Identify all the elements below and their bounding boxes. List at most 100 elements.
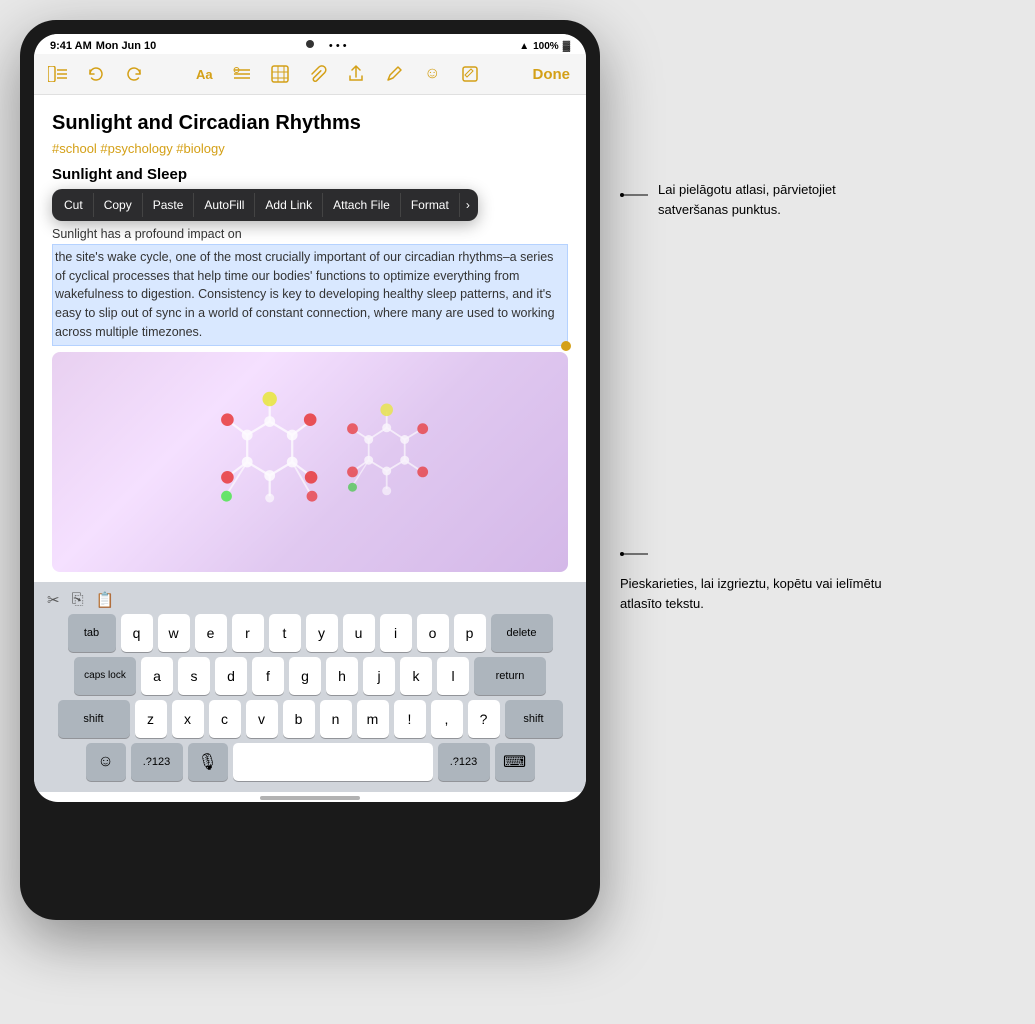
annotation-right-line xyxy=(620,180,650,210)
text-area: Sunlight has a profound impact on the si… xyxy=(52,225,568,346)
emoji-key[interactable]: ☺ xyxy=(86,743,126,781)
done-button[interactable]: Done xyxy=(527,64,577,85)
tab-key[interactable]: tab xyxy=(68,614,116,652)
checklist-icon[interactable] xyxy=(228,60,256,88)
redo-icon[interactable] xyxy=(120,60,148,88)
delete-key[interactable]: delete xyxy=(491,614,553,652)
home-indicator xyxy=(260,796,360,800)
keyboard-row-4: ☺ .?123 🎙 .?123 ⌨ xyxy=(36,743,584,781)
ipad-device: 9:41 AM Mon Jun 10 • • • ▲ 100% ▓ xyxy=(20,20,600,920)
context-menu: Cut Copy Paste AutoFill Add Link Attach … xyxy=(52,189,478,221)
key-m[interactable]: m xyxy=(357,700,389,738)
key-exclaim[interactable]: ! xyxy=(394,700,426,738)
context-format[interactable]: Format xyxy=(401,193,460,217)
share-icon[interactable] xyxy=(342,60,370,88)
markup-icon[interactable] xyxy=(380,60,408,88)
key-e[interactable]: e xyxy=(195,614,227,652)
context-add-link[interactable]: Add Link xyxy=(255,193,323,217)
key-r[interactable]: r xyxy=(232,614,264,652)
context-autofill[interactable]: AutoFill xyxy=(194,193,255,217)
table-icon[interactable] xyxy=(266,60,294,88)
return-key[interactable]: return xyxy=(474,657,546,695)
context-paste[interactable]: Paste xyxy=(143,193,195,217)
status-bar-left: 9:41 AM Mon Jun 10 xyxy=(50,40,156,52)
numbers-right-key[interactable]: .?123 xyxy=(438,743,490,781)
status-time: 9:41 AM xyxy=(50,40,92,52)
key-s[interactable]: s xyxy=(178,657,210,695)
status-bar-center: • • • xyxy=(329,40,347,52)
key-i[interactable]: i xyxy=(380,614,412,652)
key-t[interactable]: t xyxy=(269,614,301,652)
key-w[interactable]: w xyxy=(158,614,190,652)
shift-right-key[interactable]: shift xyxy=(505,700,563,738)
keyboard-area: ✂ ⎘ 📋 tab q w e r t y u i o p d xyxy=(34,582,586,792)
annotation-right-block: Lai pielāgotu atlasi, pārvietojiet satve… xyxy=(620,180,1015,219)
annotation-bottom-line xyxy=(620,539,650,569)
toolbar-left xyxy=(44,60,148,88)
camera-notch xyxy=(306,40,314,48)
ipad-screen: 9:41 AM Mon Jun 10 • • • ▲ 100% ▓ xyxy=(34,34,586,802)
cut-shortcut-icon[interactable]: ✂ xyxy=(44,589,63,611)
key-c[interactable]: c xyxy=(209,700,241,738)
key-a[interactable]: a xyxy=(141,657,173,695)
selection-handle-end[interactable] xyxy=(561,341,571,351)
key-b[interactable]: b xyxy=(283,700,315,738)
key-u[interactable]: u xyxy=(343,614,375,652)
annotation-bottom-block: Pieskarieties, lai izgrieztu, kopētu vai… xyxy=(620,539,1015,613)
selected-text: the site's wake cycle, one of the most c… xyxy=(55,250,555,339)
caps-lock-key[interactable]: caps lock xyxy=(74,657,136,695)
undo-icon[interactable] xyxy=(82,60,110,88)
key-q[interactable]: q xyxy=(121,614,153,652)
battery-icon: ▓ xyxy=(563,41,570,52)
key-f[interactable]: f xyxy=(252,657,284,695)
attach-icon[interactable] xyxy=(304,60,332,88)
pre-selected-text: Sunlight has a profound impact on xyxy=(52,227,242,241)
numbers-left-key[interactable]: .?123 xyxy=(131,743,183,781)
copy-shortcut-icon[interactable]: ⎘ xyxy=(69,589,87,610)
toolbar-center: Aa xyxy=(190,60,484,88)
molecule-image xyxy=(52,352,568,572)
status-bar-right: ▲ 100% ▓ xyxy=(519,41,570,52)
wifi-icon: ▲ xyxy=(519,41,529,52)
note-subtitle: Sunlight and Sleep xyxy=(52,166,568,183)
battery-text: 100% xyxy=(533,41,559,52)
key-d[interactable]: d xyxy=(215,657,247,695)
context-cut[interactable]: Cut xyxy=(54,193,94,217)
key-l[interactable]: l xyxy=(437,657,469,695)
keyboard-shortcuts: ✂ ⎘ 📋 xyxy=(36,586,584,614)
keyboard-row-3: shift z x c v b n m ! , ? shift xyxy=(36,700,584,738)
key-comma[interactable]: , xyxy=(431,700,463,738)
key-v[interactable]: v xyxy=(246,700,278,738)
key-z[interactable]: z xyxy=(135,700,167,738)
key-k[interactable]: k xyxy=(400,657,432,695)
key-o[interactable]: o xyxy=(417,614,449,652)
key-x[interactable]: x xyxy=(172,700,204,738)
key-y[interactable]: y xyxy=(306,614,338,652)
page-container: 9:41 AM Mon Jun 10 • • • ▲ 100% ▓ xyxy=(20,20,1015,920)
paste-shortcut-icon[interactable]: 📋 xyxy=(93,589,118,611)
context-menu-more[interactable]: › xyxy=(460,193,476,217)
key-p[interactable]: p xyxy=(454,614,486,652)
mic-key[interactable]: 🎙 xyxy=(188,743,228,781)
note-title: Sunlight and Circadian Rhythms xyxy=(52,111,568,135)
key-question[interactable]: ? xyxy=(468,700,500,738)
toolbar-right: Done xyxy=(527,64,577,85)
compose-icon[interactable] xyxy=(456,60,484,88)
selected-text-block[interactable]: the site's wake cycle, one of the most c… xyxy=(52,244,568,346)
status-date: Mon Jun 10 xyxy=(96,40,157,52)
shift-left-key[interactable]: shift xyxy=(58,700,130,738)
context-copy[interactable]: Copy xyxy=(94,193,143,217)
context-attach-file[interactable]: Attach File xyxy=(323,193,401,217)
key-n[interactable]: n xyxy=(320,700,352,738)
keyboard-hide-key[interactable]: ⌨ xyxy=(495,743,535,781)
status-dots: • • • xyxy=(329,40,347,52)
space-key[interactable] xyxy=(233,743,433,781)
emoji-icon[interactable]: ☺ xyxy=(418,60,446,88)
key-h[interactable]: h xyxy=(326,657,358,695)
annotation-bottom-text: Pieskarieties, lai izgrieztu, kopētu vai… xyxy=(620,574,900,613)
sidebar-toggle-icon[interactable] xyxy=(44,60,72,88)
text-format-icon[interactable]: Aa xyxy=(190,60,218,88)
key-g[interactable]: g xyxy=(289,657,321,695)
key-j[interactable]: j xyxy=(363,657,395,695)
annotations-wrapper: Lai pielāgotu atlasi, pārvietojiet satve… xyxy=(600,20,1015,613)
